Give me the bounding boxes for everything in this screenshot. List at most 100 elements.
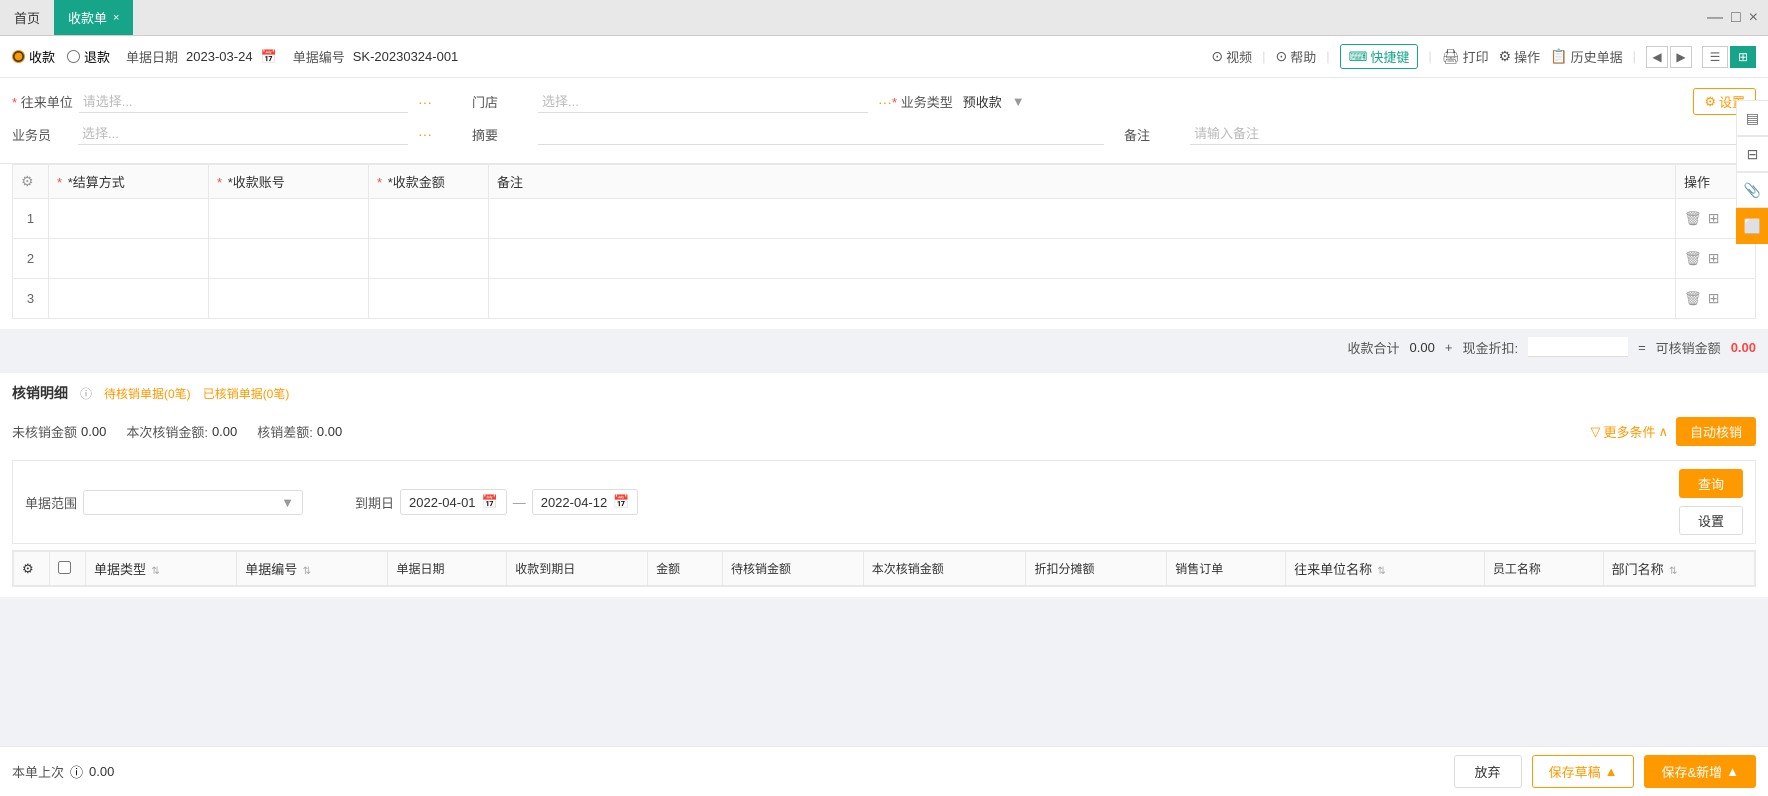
video-btn[interactable]: ⊙ 视频 (1211, 47, 1252, 66)
row2-settle[interactable] (49, 239, 209, 279)
print-btn[interactable]: 🖨 打印 (1442, 47, 1489, 66)
right-panel-btn1[interactable]: ▤ (1736, 100, 1768, 136)
history-btn[interactable]: 📋 历史单据 (1550, 47, 1622, 66)
range-select-arrow: ▼ (281, 495, 294, 510)
right-panel-btn4[interactable]: ⬜ (1736, 208, 1768, 244)
row3-copy-icon[interactable]: ⊞ (1708, 290, 1720, 307)
row1-account[interactable] (209, 199, 369, 239)
due-date-start-picker[interactable]: 2022-04-01 📅 (400, 489, 507, 515)
radio-refund[interactable]: 退款 (67, 47, 110, 66)
staff-label: 业务员 (12, 125, 72, 144)
discount-input[interactable] (1528, 337, 1628, 357)
col-amount: 金额 (648, 552, 723, 586)
close-btn[interactable]: × (1749, 9, 1758, 27)
print-icon: 🖨 (1442, 48, 1460, 65)
row2-num: 2 (13, 239, 49, 279)
reconcile-title: 核销明细 (12, 383, 68, 403)
calendar-start-icon[interactable]: 📅 (482, 494, 498, 510)
counterpart-more-btn[interactable]: ··· (418, 94, 432, 110)
row3-remark[interactable] (489, 279, 1676, 319)
reconcile-gear-header[interactable]: ⚙ (14, 552, 50, 586)
doc-no-info: 单据编号 SK-20230324-001 (293, 47, 459, 66)
row3-delete-icon[interactable]: 🗑 (1684, 290, 1702, 307)
shortcut-btn[interactable]: ⌨ 快捷键 (1340, 44, 1419, 69)
counterpart-input[interactable] (79, 91, 408, 113)
uncancelled-stat: 未核销金额 0.00 (12, 422, 106, 441)
reconcile-info-icon[interactable]: ⓘ (80, 385, 92, 402)
sort-doc-type[interactable]: ⇅ (151, 566, 159, 577)
row1-delete-icon[interactable]: 🗑 (1684, 210, 1702, 227)
store-more-btn[interactable]: ··· (878, 94, 892, 110)
save-draft-btn[interactable]: 保存草稿 ▲ (1532, 755, 1635, 788)
row1-settle[interactable] (49, 199, 209, 239)
row1-amount[interactable] (369, 199, 489, 239)
row2-delete-icon[interactable]: 🗑 (1684, 250, 1702, 267)
tab-home[interactable]: 首页 (0, 0, 54, 35)
filter-icon: ▽ (1590, 424, 1600, 440)
table-gear-icon[interactable]: ⚙ (21, 173, 34, 189)
reconcile-gear-icon[interactable]: ⚙ (22, 561, 34, 576)
row1-remark[interactable] (489, 199, 1676, 239)
help-btn[interactable]: ⊙ 帮助 (1275, 47, 1316, 66)
keyboard-icon: ⌨ (1349, 49, 1368, 65)
reconcile-checkbox-header[interactable] (50, 552, 86, 586)
calendar-icon[interactable]: 📅 (261, 49, 277, 65)
range-field: 单据范围 ▼ (25, 490, 303, 515)
row2-amount[interactable] (369, 239, 489, 279)
row2-copy-icon[interactable]: ⊞ (1708, 250, 1720, 267)
reconcile-stats: 未核销金额 0.00 本次核销金额: 0.00 核销差额: 0.00 ▽ 更多条… (12, 411, 1756, 452)
right-panel-btn3[interactable]: 📎 (1736, 172, 1768, 208)
auto-reconcile-btn[interactable]: 自动核销 (1676, 417, 1756, 446)
summary-input[interactable] (538, 123, 1104, 145)
more-conditions-btn[interactable]: ▽ 更多条件 ∧ (1590, 417, 1668, 446)
filter-actions: 查询 设置 (1679, 469, 1743, 535)
table-gear-header[interactable]: ⚙ (13, 165, 49, 199)
tab-collection[interactable]: 收款单 × (54, 0, 133, 35)
save-draft-arrow[interactable]: ▲ (1605, 764, 1618, 779)
discard-btn[interactable]: 放弃 (1454, 755, 1522, 788)
table-settle-header: * *结算方式 (49, 165, 209, 199)
grid-view-btn[interactable]: ⊞ (1730, 46, 1756, 68)
row2-remark[interactable] (489, 239, 1676, 279)
reconcile-settings-btn[interactable]: 设置 (1679, 506, 1743, 535)
calendar-end-icon[interactable]: 📅 (613, 494, 629, 510)
reconcile-table: ⚙ 单据类型 ⇅ 单据编号 ⇅ 单据日期 收款到期日 金额 (13, 551, 1755, 586)
completed-tab[interactable]: 已核销单据(0笔) (203, 385, 290, 402)
maximize-btn[interactable]: □ (1731, 9, 1741, 27)
row2-account[interactable] (209, 239, 369, 279)
row1-copy-icon[interactable]: ⊞ (1708, 210, 1720, 227)
list-view-btn[interactable]: ☰ (1702, 46, 1728, 68)
prev-btn[interactable]: ◀ (1646, 46, 1668, 68)
pending-tab[interactable]: 待核销单据(0笔) (104, 385, 191, 402)
row3-account[interactable] (209, 279, 369, 319)
minimize-btn[interactable]: — (1707, 9, 1723, 27)
form-section: * 往来单位 ··· 门店 ··· * 业务类型 预收款 ▼ ⚙ 设置 业务员 (0, 78, 1768, 164)
row3-amount[interactable] (369, 279, 489, 319)
row2-actions: 🗑 ⊞ (1676, 239, 1756, 279)
staff-input[interactable] (78, 123, 408, 145)
tab-close-icon[interactable]: × (113, 12, 119, 24)
view-toggle: ☰ ⊞ (1702, 46, 1756, 68)
sort-dept[interactable]: ⇅ (1669, 566, 1677, 577)
sort-counterpart[interactable]: ⇅ (1377, 566, 1385, 577)
notes-input[interactable] (1190, 123, 1756, 145)
table-row: 1 🗑 ⊞ (13, 199, 1756, 239)
radio-collection[interactable]: 收款 (12, 47, 55, 66)
reconcile-select-all[interactable] (58, 561, 71, 574)
range-select[interactable]: ▼ (83, 490, 303, 515)
bottom-info-icon[interactable]: ⓘ (70, 762, 83, 781)
query-btn[interactable]: 查询 (1679, 469, 1743, 498)
operation-btn[interactable]: ⚙ 操作 (1499, 47, 1541, 66)
row3-settle[interactable] (49, 279, 209, 319)
table-row: 3 🗑 ⊞ (13, 279, 1756, 319)
save-new-btn[interactable]: 保存&新增 ▲ (1644, 755, 1756, 788)
col-doc-date: 单据日期 (388, 552, 507, 586)
store-input[interactable] (538, 91, 868, 113)
staff-more-btn[interactable]: ··· (418, 126, 432, 142)
sort-doc-no[interactable]: ⇅ (303, 566, 311, 577)
save-new-arrow[interactable]: ▲ (1726, 764, 1739, 779)
right-panel-btn2[interactable]: ⊟ (1736, 136, 1768, 172)
business-type-arrow[interactable]: ▼ (1012, 94, 1025, 109)
due-date-end-picker[interactable]: 2022-04-12 📅 (532, 489, 639, 515)
next-btn[interactable]: ▶ (1670, 46, 1692, 68)
